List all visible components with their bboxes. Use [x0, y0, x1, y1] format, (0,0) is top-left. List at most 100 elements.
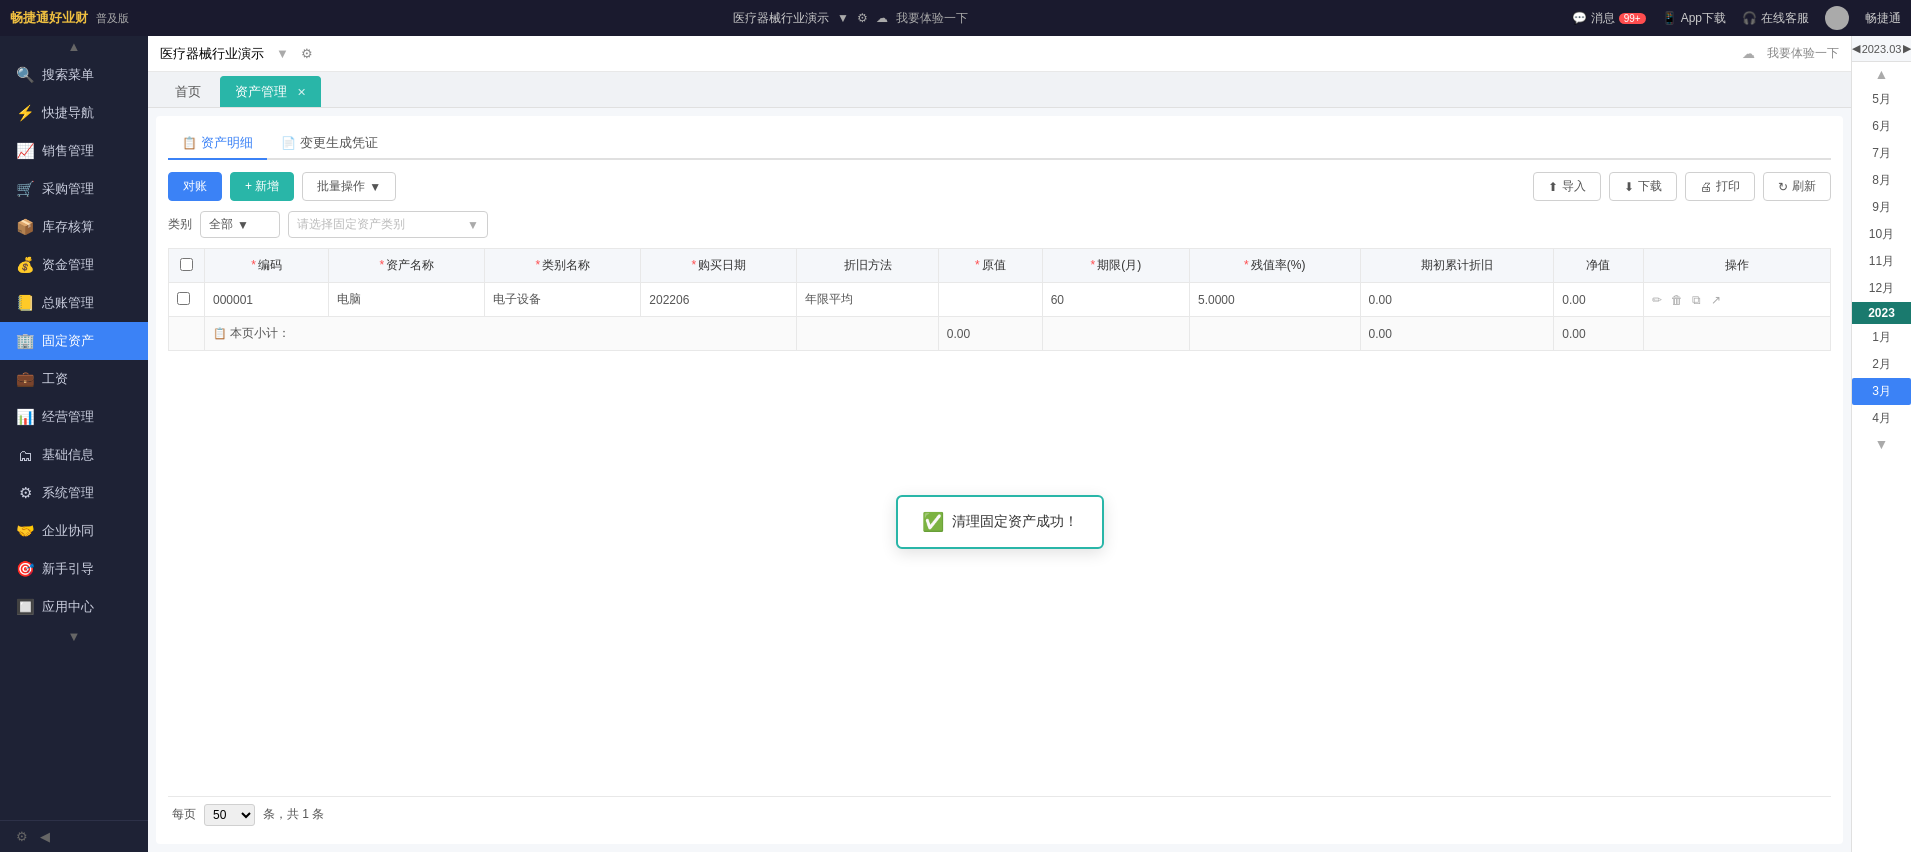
sidebar-item-basic-info[interactable]: 🗂 基础信息: [0, 436, 148, 474]
per-page-select[interactable]: 50 10 20 100: [204, 804, 255, 826]
sidebar-label-wages: 工资: [42, 370, 68, 388]
download-btn[interactable]: ⬇ 下载: [1609, 172, 1677, 201]
sidebar-item-system[interactable]: ⚙ 系统管理: [0, 474, 148, 512]
sidebar-item-fund[interactable]: 💰 资金管理: [0, 246, 148, 284]
sidebar-item-quick-nav[interactable]: ⚡ 快捷导航: [0, 94, 148, 132]
app-download-btn[interactable]: 📱 App下载: [1662, 10, 1726, 27]
tab-asset-mgmt[interactable]: 资产管理 ✕: [220, 76, 321, 107]
category-search-arrow: ▼: [467, 218, 479, 232]
calendar-month-12[interactable]: 12月: [1852, 275, 1911, 302]
calendar-month-4[interactable]: 4月: [1852, 405, 1911, 432]
calendar-month-1[interactable]: 1月: [1852, 324, 1911, 351]
sidebar-scroll-down[interactable]: ▼: [0, 626, 148, 646]
more-icon[interactable]: ↗: [1711, 293, 1721, 307]
print-btn[interactable]: 🖨 打印: [1685, 172, 1755, 201]
message-icon: 💬: [1572, 11, 1587, 25]
category-search-input[interactable]: 请选择固定资产类别 ▼: [288, 211, 488, 238]
expand-right-icon[interactable]: ▶: [1903, 42, 1911, 55]
calendar-month-9[interactable]: 9月: [1852, 194, 1911, 221]
toast-check-icon: ✅: [922, 511, 944, 533]
select-all-checkbox[interactable]: [180, 258, 193, 271]
col-initial-depreciation: 期初累计折旧: [1360, 249, 1554, 283]
experience-btn[interactable]: 我要体验一下: [1767, 45, 1839, 62]
cell-original-value: [938, 283, 1042, 317]
app-download-label: App下载: [1681, 10, 1726, 27]
company-dropdown-icon[interactable]: ▼: [837, 11, 849, 25]
tab-bar: 首页 资产管理 ✕: [148, 72, 1851, 108]
sidebar-item-fixed-assets[interactable]: 🏢 固定资产: [0, 322, 148, 360]
app-center-icon: 🔲: [16, 598, 34, 616]
delete-icon[interactable]: 🗑: [1671, 293, 1683, 307]
right-panel: ◀ 2023.03 ▶ ▲ 5月 6月 7月 8月 9月 10月 11月 12月…: [1851, 36, 1911, 852]
sidebar-item-guide[interactable]: 🎯 新手引导: [0, 550, 148, 588]
category-type-select[interactable]: 全部 ▼: [200, 211, 280, 238]
refresh-btn-label: 刷新: [1792, 178, 1816, 195]
sidebar-item-purchase[interactable]: 🛒 采购管理: [0, 170, 148, 208]
user-avatar[interactable]: [1825, 6, 1849, 30]
sidebar-bottom: ⚙ ◀: [0, 820, 148, 852]
cell-depreciation-method: 年限平均: [797, 283, 939, 317]
calendar-header-label: 2023.03: [1862, 43, 1902, 55]
inner-tab-change-voucher[interactable]: 📄 变更生成凭证: [267, 128, 392, 160]
copy-icon[interactable]: ⧉: [1692, 293, 1701, 307]
sidebar-item-operations[interactable]: 📊 经营管理: [0, 398, 148, 436]
calendar-month-5[interactable]: 5月: [1852, 86, 1911, 113]
experience-label[interactable]: 我要体验一下: [896, 10, 968, 27]
company-name: 医疗器械行业演示: [733, 10, 829, 27]
company-selector[interactable]: 医疗器械行业演示 ▼ ⚙ ☁ 我要体验一下: [733, 10, 968, 27]
online-service-btn[interactable]: 🎧 在线客服: [1742, 10, 1809, 27]
sidebar-label-purchase: 采购管理: [42, 180, 94, 198]
calendar-up-arrow[interactable]: ▲: [1871, 62, 1893, 86]
sidebar-scroll-up[interactable]: ▲: [0, 36, 148, 56]
subtotal-residual: [1190, 317, 1361, 351]
cell-residual-rate: 5.0000: [1190, 283, 1361, 317]
cell-initial-depreciation: 0.00: [1360, 283, 1554, 317]
message-btn[interactable]: 💬 消息 99+: [1572, 10, 1646, 27]
sidebar-label-ledger: 总账管理: [42, 294, 94, 312]
sidebar-settings-icon[interactable]: ⚙: [16, 829, 28, 844]
settings-icon[interactable]: ⚙: [857, 11, 868, 25]
edit-icon[interactable]: ✏: [1652, 293, 1662, 307]
new-btn[interactable]: + 新增: [230, 172, 294, 201]
sidebar-item-enterprise[interactable]: 🤝 企业协同: [0, 512, 148, 550]
new-btn-label: + 新增: [245, 178, 279, 195]
calendar-month-3[interactable]: 3月: [1852, 378, 1911, 405]
sidebar-item-search[interactable]: 🔍 搜索菜单: [0, 56, 148, 94]
sidebar-label-operations: 经营管理: [42, 408, 94, 426]
calendar-month-11[interactable]: 11月: [1852, 248, 1911, 275]
inner-tab-asset-detail[interactable]: 📋 资产明细: [168, 128, 267, 160]
sidebar-item-sales[interactable]: 📈 销售管理: [0, 132, 148, 170]
calendar-month-2[interactable]: 2月: [1852, 351, 1911, 378]
calendar-month-6[interactable]: 6月: [1852, 113, 1911, 140]
sidebar-item-app-center[interactable]: 🔲 应用中心: [0, 588, 148, 626]
sub-gear-icon[interactable]: ⚙: [301, 46, 313, 61]
phone-icon: 📱: [1662, 11, 1677, 25]
expand-left-icon[interactable]: ◀: [1852, 42, 1860, 55]
refresh-btn[interactable]: ↻ 刷新: [1763, 172, 1831, 201]
calendar-month-8[interactable]: 8月: [1852, 167, 1911, 194]
row-checkbox[interactable]: [169, 283, 205, 317]
print-btn-label: 打印: [1716, 178, 1740, 195]
fixed-assets-icon: 🏢: [16, 332, 34, 350]
subtotal-original: 0.00: [938, 317, 1042, 351]
sidebar-label-fixed-assets: 固定资产: [42, 332, 94, 350]
table-checkbox-col: [169, 249, 205, 283]
calendar-month-10[interactable]: 10月: [1852, 221, 1911, 248]
row-select-checkbox[interactable]: [177, 292, 190, 305]
tab-close-icon[interactable]: ✕: [297, 86, 306, 98]
calendar-down-arrow[interactable]: ▼: [1871, 432, 1893, 456]
batch-btn[interactable]: 批量操作 ▼: [302, 172, 396, 201]
company-dropdown-icon2[interactable]: ▼: [276, 46, 289, 61]
subtotal-depreciation-method: [797, 317, 939, 351]
import-btn[interactable]: ⬆ 导入: [1533, 172, 1601, 201]
subtotal-period: [1042, 317, 1189, 351]
sidebar-item-ledger[interactable]: 📒 总账管理: [0, 284, 148, 322]
sidebar-item-inventory[interactable]: 📦 库存核算: [0, 208, 148, 246]
category-search-placeholder: 请选择固定资产类别: [297, 216, 405, 233]
calendar-month-7[interactable]: 7月: [1852, 140, 1911, 167]
sidebar-item-wages[interactable]: 💼 工资: [0, 360, 148, 398]
experience-icon: ☁: [876, 11, 888, 25]
tab-home[interactable]: 首页: [160, 76, 216, 107]
reconcile-btn[interactable]: 对账: [168, 172, 222, 201]
sidebar-collapse-icon[interactable]: ◀: [40, 829, 50, 844]
